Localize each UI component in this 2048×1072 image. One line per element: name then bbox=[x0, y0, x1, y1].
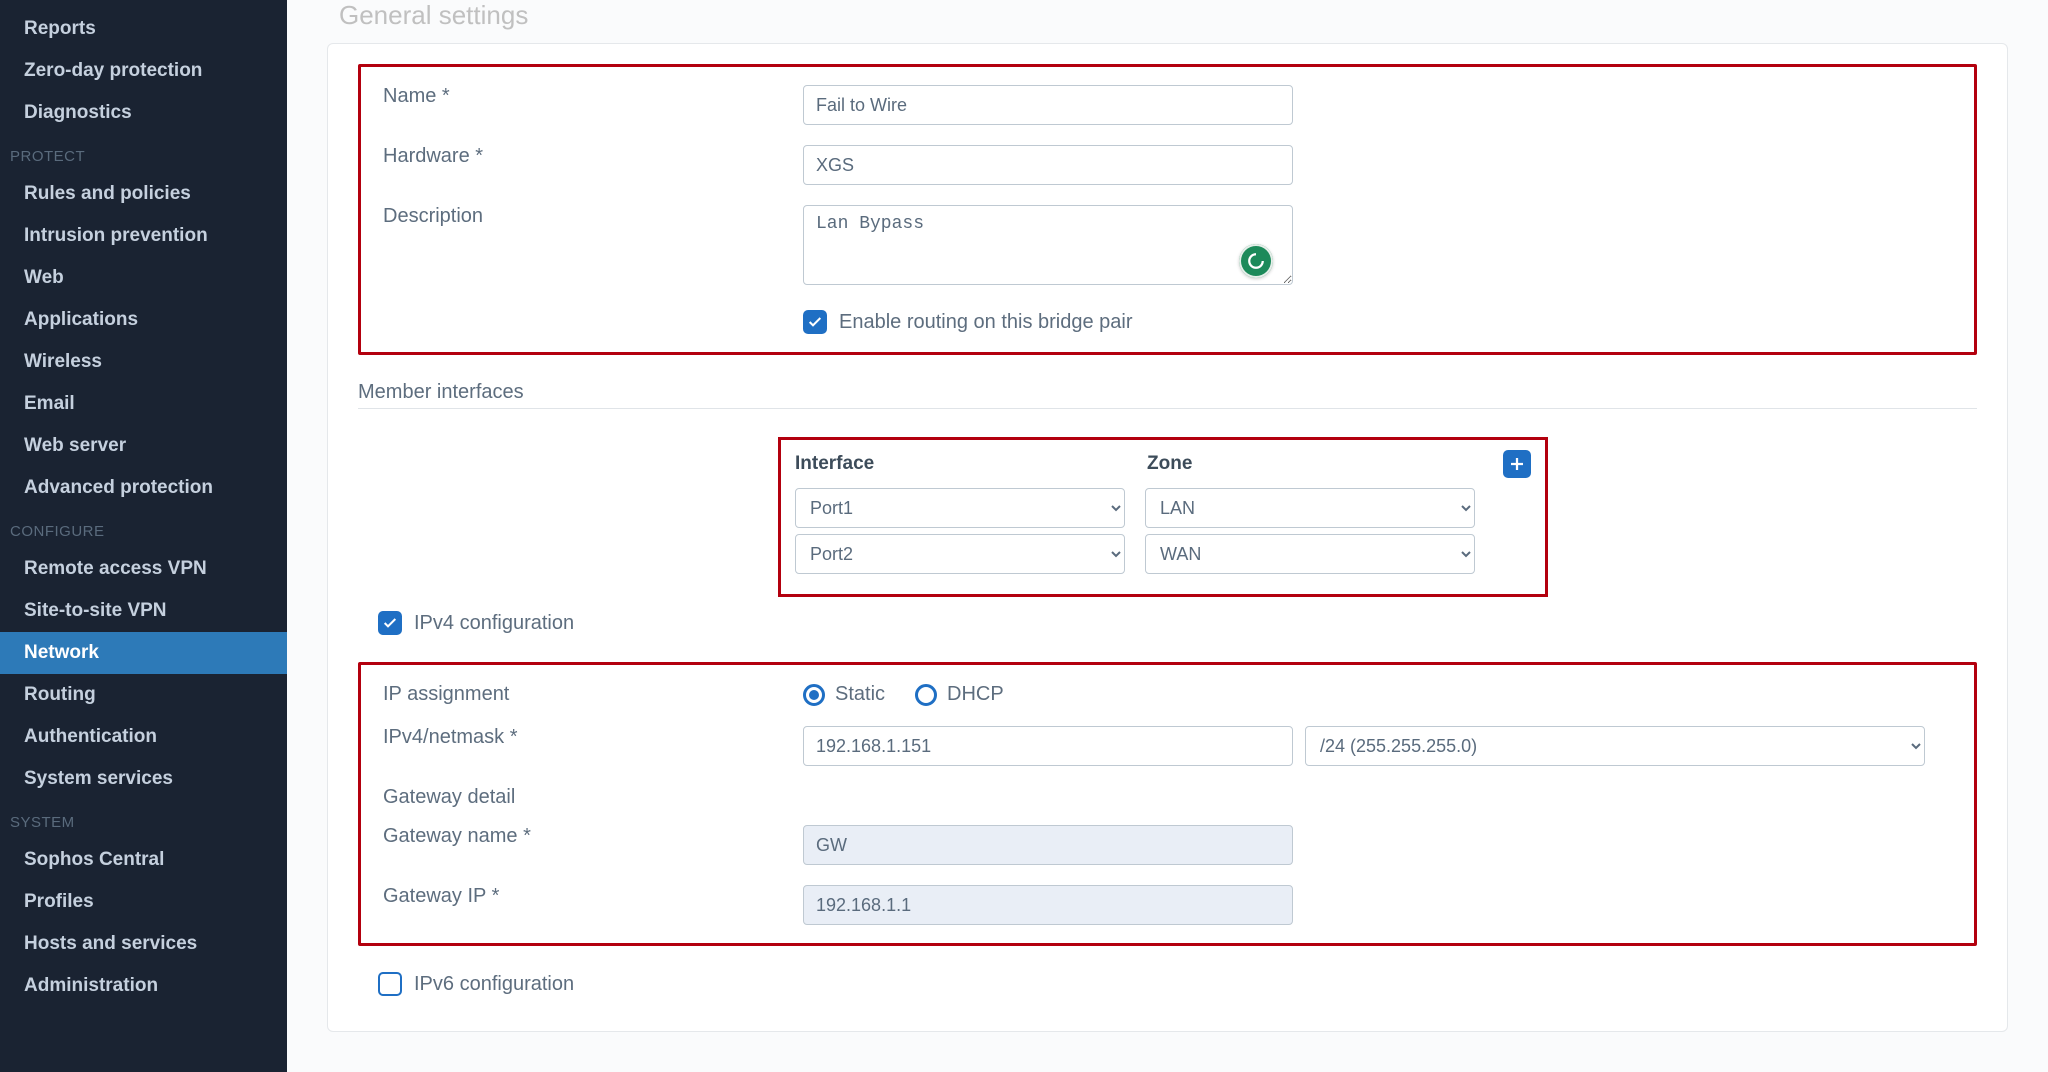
sidebar-item-label: Network bbox=[24, 642, 99, 663]
sidebar-group-protect: PROTECT bbox=[0, 134, 287, 173]
sidebar-item-label: Remote access VPN bbox=[24, 558, 207, 579]
hardware-label: Hardware * bbox=[383, 145, 803, 168]
sidebar-item-label: Applications bbox=[24, 309, 138, 330]
sidebar-item-label: Web bbox=[24, 267, 64, 288]
sidebar-item-label: Routing bbox=[24, 684, 96, 705]
enable-routing-checkbox[interactable]: Enable routing on this bridge pair bbox=[803, 310, 1133, 334]
sidebar-item-label: System services bbox=[24, 768, 173, 789]
ipv4-conf-label: IPv4 configuration bbox=[414, 612, 574, 635]
add-interface-button[interactable] bbox=[1503, 450, 1531, 478]
zone-select-1[interactable]: WAN bbox=[1145, 534, 1475, 574]
mi-row: Port2 WAN bbox=[795, 534, 1531, 574]
sidebar-item-network[interactable]: Network bbox=[0, 632, 287, 674]
sidebar-item-zero-day[interactable]: Zero-day protection bbox=[0, 50, 287, 92]
zone-select-0[interactable]: LAN bbox=[1145, 488, 1475, 528]
sidebar-item-hosts-services[interactable]: Hosts and services bbox=[0, 923, 287, 965]
sidebar-item-label: Web server bbox=[24, 435, 126, 456]
sidebar-item-applications[interactable]: Applications bbox=[0, 299, 287, 341]
gateway-ip-label: Gateway IP * bbox=[383, 885, 803, 908]
netmask-select[interactable]: /24 (255.255.255.0) bbox=[1305, 726, 1925, 766]
sidebar-item-label: Reports bbox=[24, 18, 96, 39]
sidebar-item-label: Diagnostics bbox=[24, 102, 132, 123]
mi-header-interface: Interface bbox=[795, 453, 1147, 475]
sidebar-item-reports[interactable]: Reports bbox=[0, 8, 287, 50]
checkbox-empty-icon bbox=[378, 972, 402, 996]
sidebar-item-web-server[interactable]: Web server bbox=[0, 425, 287, 467]
radio-icon bbox=[915, 684, 937, 706]
sidebar-item-label: Administration bbox=[24, 975, 158, 996]
ip-assignment-dhcp-radio[interactable]: DHCP bbox=[915, 683, 1004, 706]
ip-assignment-label: IP assignment bbox=[383, 683, 803, 706]
sidebar-item-administration[interactable]: Administration bbox=[0, 965, 287, 1007]
ipv4-configuration-checkbox[interactable]: IPv4 configuration bbox=[378, 611, 574, 635]
left-sidebar: Reports Zero-day protection Diagnostics … bbox=[0, 0, 287, 1072]
ipv4-netmask-label: IPv4/netmask * bbox=[383, 726, 803, 749]
sidebar-item-label: Zero-day protection bbox=[24, 60, 202, 81]
gateway-name-label: Gateway name * bbox=[383, 825, 803, 848]
radio-icon bbox=[803, 684, 825, 706]
sidebar-item-label: Site-to-site VPN bbox=[24, 600, 167, 621]
sidebar-item-remote-access-vpn[interactable]: Remote access VPN bbox=[0, 548, 287, 590]
hardware-input[interactable] bbox=[803, 145, 1293, 185]
sidebar-item-label: Hosts and services bbox=[24, 933, 197, 954]
mi-header-zone: Zone bbox=[1147, 453, 1499, 475]
sidebar-item-web[interactable]: Web bbox=[0, 257, 287, 299]
ipv4-address-input[interactable] bbox=[803, 726, 1293, 766]
sidebar-item-label: Advanced protection bbox=[24, 477, 213, 498]
interface-select-1[interactable]: Port2 bbox=[795, 534, 1125, 574]
sidebar-item-label: Authentication bbox=[24, 726, 157, 747]
sidebar-item-intrusion-prevention[interactable]: Intrusion prevention bbox=[0, 215, 287, 257]
sidebar-item-system-services[interactable]: System services bbox=[0, 758, 287, 800]
interface-select-0[interactable]: Port1 bbox=[795, 488, 1125, 528]
ipv6-configuration-checkbox[interactable]: IPv6 configuration bbox=[378, 972, 574, 996]
sidebar-group-configure: CONFIGURE bbox=[0, 509, 287, 548]
ipv6-conf-label: IPv6 configuration bbox=[414, 973, 574, 996]
settings-panel: Name * Hardware * Description bbox=[327, 43, 2008, 1032]
sidebar-item-label: Profiles bbox=[24, 891, 94, 912]
sidebar-item-advanced-protection[interactable]: Advanced protection bbox=[0, 467, 287, 509]
name-input[interactable] bbox=[803, 85, 1293, 125]
ip-assignment-section: IP assignment Static DHCP IPv4/netmask bbox=[358, 662, 1977, 946]
general-settings-section: Name * Hardware * Description bbox=[358, 64, 1977, 355]
sidebar-item-sophos-central[interactable]: Sophos Central bbox=[0, 839, 287, 881]
description-label: Description bbox=[383, 205, 803, 228]
sidebar-item-label: Wireless bbox=[24, 351, 102, 372]
sidebar-item-email[interactable]: Email bbox=[0, 383, 287, 425]
check-icon bbox=[803, 310, 827, 334]
sidebar-item-label: Intrusion prevention bbox=[24, 225, 208, 246]
sidebar-item-label: Email bbox=[24, 393, 75, 414]
sidebar-item-diagnostics[interactable]: Diagnostics bbox=[0, 92, 287, 134]
name-label: Name * bbox=[383, 85, 803, 108]
sidebar-item-rules-policies[interactable]: Rules and policies bbox=[0, 173, 287, 215]
sidebar-item-routing[interactable]: Routing bbox=[0, 674, 287, 716]
gateway-ip-input[interactable] bbox=[803, 885, 1293, 925]
sidebar-item-label: Sophos Central bbox=[24, 849, 164, 870]
mi-row: Port1 LAN bbox=[795, 488, 1531, 528]
radio-static-label: Static bbox=[835, 683, 885, 706]
member-interfaces-section: Interface Zone Port1 LAN Port2 WAN bbox=[778, 437, 1548, 597]
page-title: General settings bbox=[327, 0, 2008, 43]
description-input[interactable] bbox=[803, 205, 1293, 285]
sidebar-item-wireless[interactable]: Wireless bbox=[0, 341, 287, 383]
gateway-name-input[interactable] bbox=[803, 825, 1293, 865]
radio-dhcp-label: DHCP bbox=[947, 683, 1004, 706]
section-divider bbox=[358, 408, 1977, 409]
gateway-detail-label: Gateway detail bbox=[383, 786, 1952, 809]
main-content: General settings Name * Hardware * Descr… bbox=[287, 0, 2048, 1072]
ip-assignment-static-radio[interactable]: Static bbox=[803, 683, 885, 706]
enable-routing-label: Enable routing on this bridge pair bbox=[839, 311, 1133, 334]
sidebar-item-authentication[interactable]: Authentication bbox=[0, 716, 287, 758]
member-interfaces-title: Member interfaces bbox=[358, 381, 1977, 404]
sidebar-item-profiles[interactable]: Profiles bbox=[0, 881, 287, 923]
sidebar-item-label: Rules and policies bbox=[24, 183, 191, 204]
sidebar-group-system: SYSTEM bbox=[0, 800, 287, 839]
check-icon bbox=[378, 611, 402, 635]
sidebar-item-site-to-site-vpn[interactable]: Site-to-site VPN bbox=[0, 590, 287, 632]
loading-spinner-icon bbox=[1239, 244, 1273, 278]
